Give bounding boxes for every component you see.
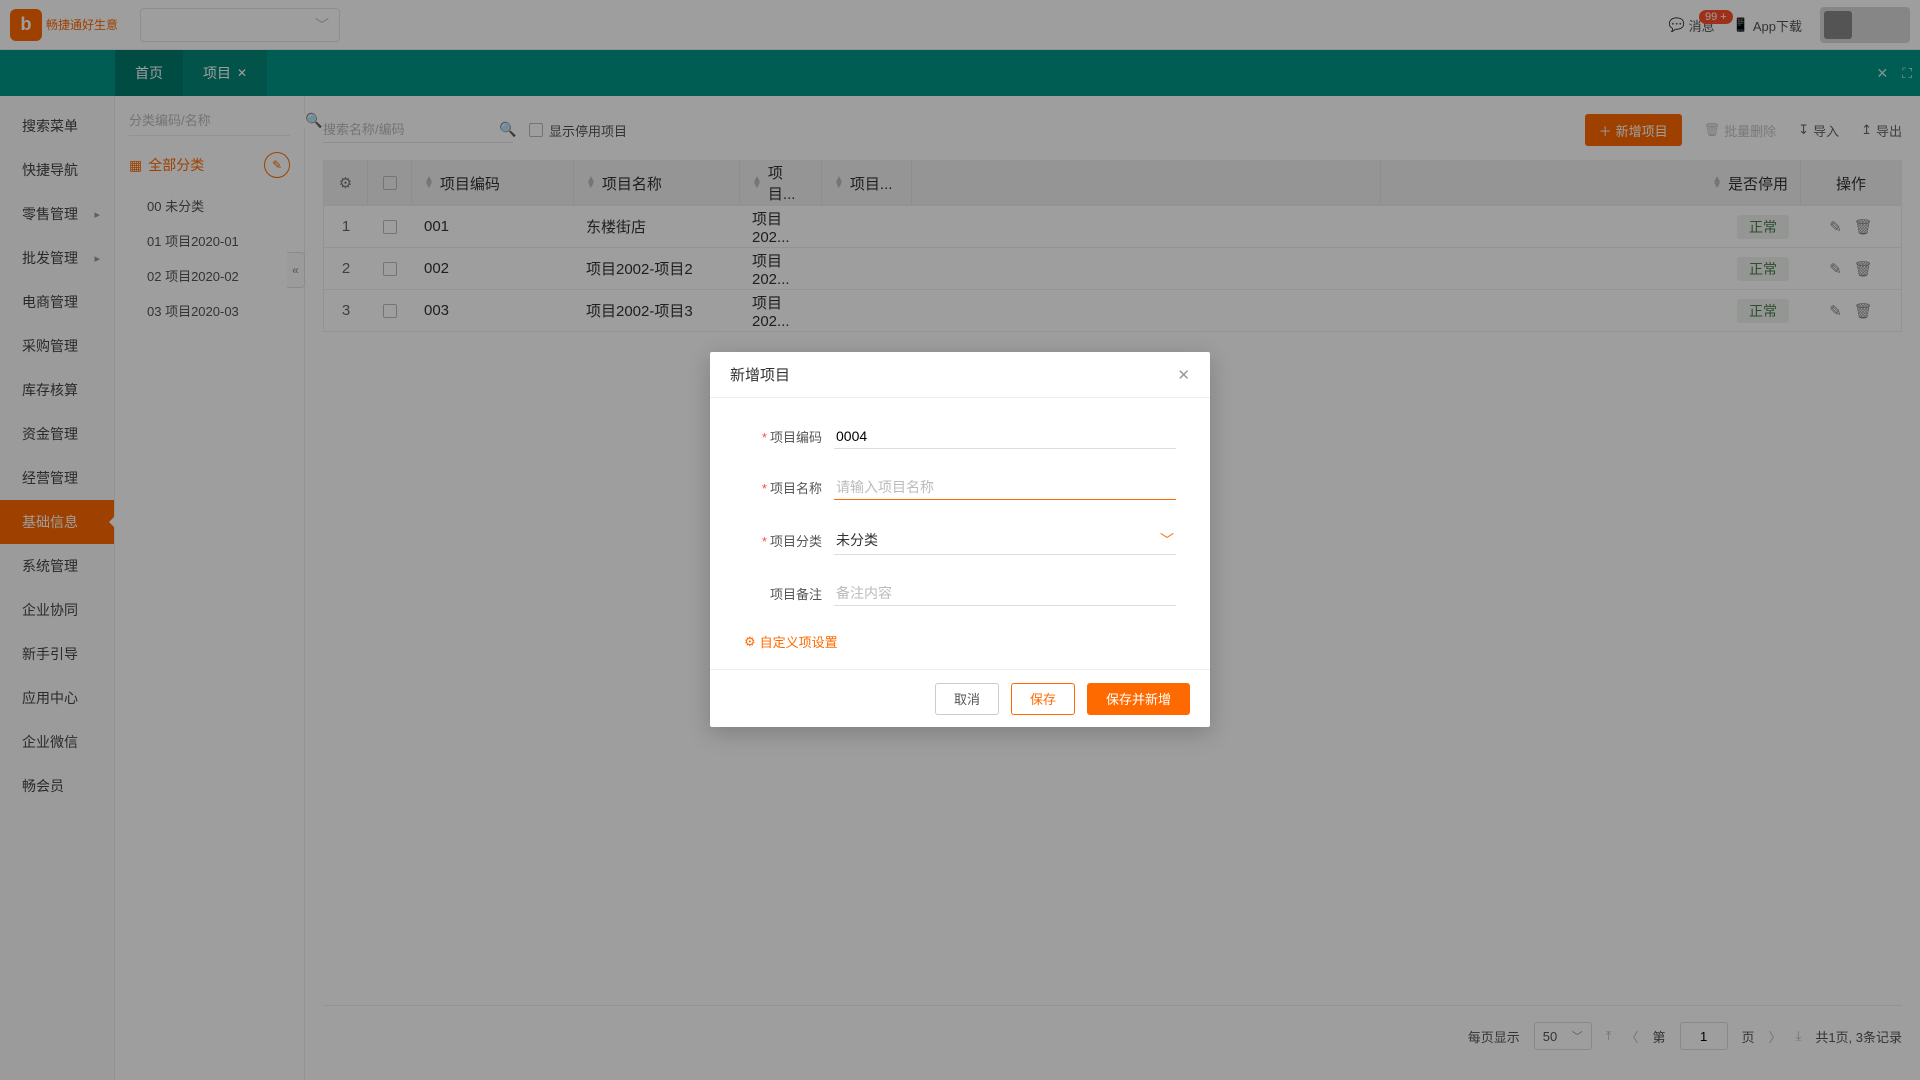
project-name-input[interactable] [834,475,1176,500]
modal-header: 新增项目 ✕ [710,352,1210,398]
modal-footer: 取消 保存 保存并新增 [710,669,1210,727]
custom-field-label: 自定义项设置 [760,632,838,651]
close-icon[interactable]: ✕ [1177,366,1190,384]
project-category-select[interactable]: 未分类 ﹀ [834,526,1176,555]
custom-field-link[interactable]: ⚙ 自定义项设置 [744,632,1176,651]
note-label: 项目备注 [770,587,822,602]
modal-title: 新增项目 [730,364,790,385]
modal-body: *项目编码 *项目名称 *项目分类 未分类 ﹀ 项目备注 ⚙ 自定义项设置 [710,398,1210,669]
save-and-add-button[interactable]: 保存并新增 [1087,683,1190,715]
code-label: 项目编码 [770,430,822,445]
project-note-input[interactable] [834,581,1176,606]
name-label: 项目名称 [770,481,822,496]
category-value: 未分类 [836,530,878,550]
chevron-down-icon: ﹀ [1160,530,1174,550]
project-code-input[interactable] [834,424,1176,449]
add-project-modal: 新增项目 ✕ *项目编码 *项目名称 *项目分类 未分类 ﹀ 项目备注 ⚙ 自定… [710,352,1210,727]
category-label: 项目分类 [770,534,822,549]
save-button[interactable]: 保存 [1011,683,1075,715]
cancel-button[interactable]: 取消 [935,683,999,715]
gear-icon: ⚙ [744,634,756,650]
